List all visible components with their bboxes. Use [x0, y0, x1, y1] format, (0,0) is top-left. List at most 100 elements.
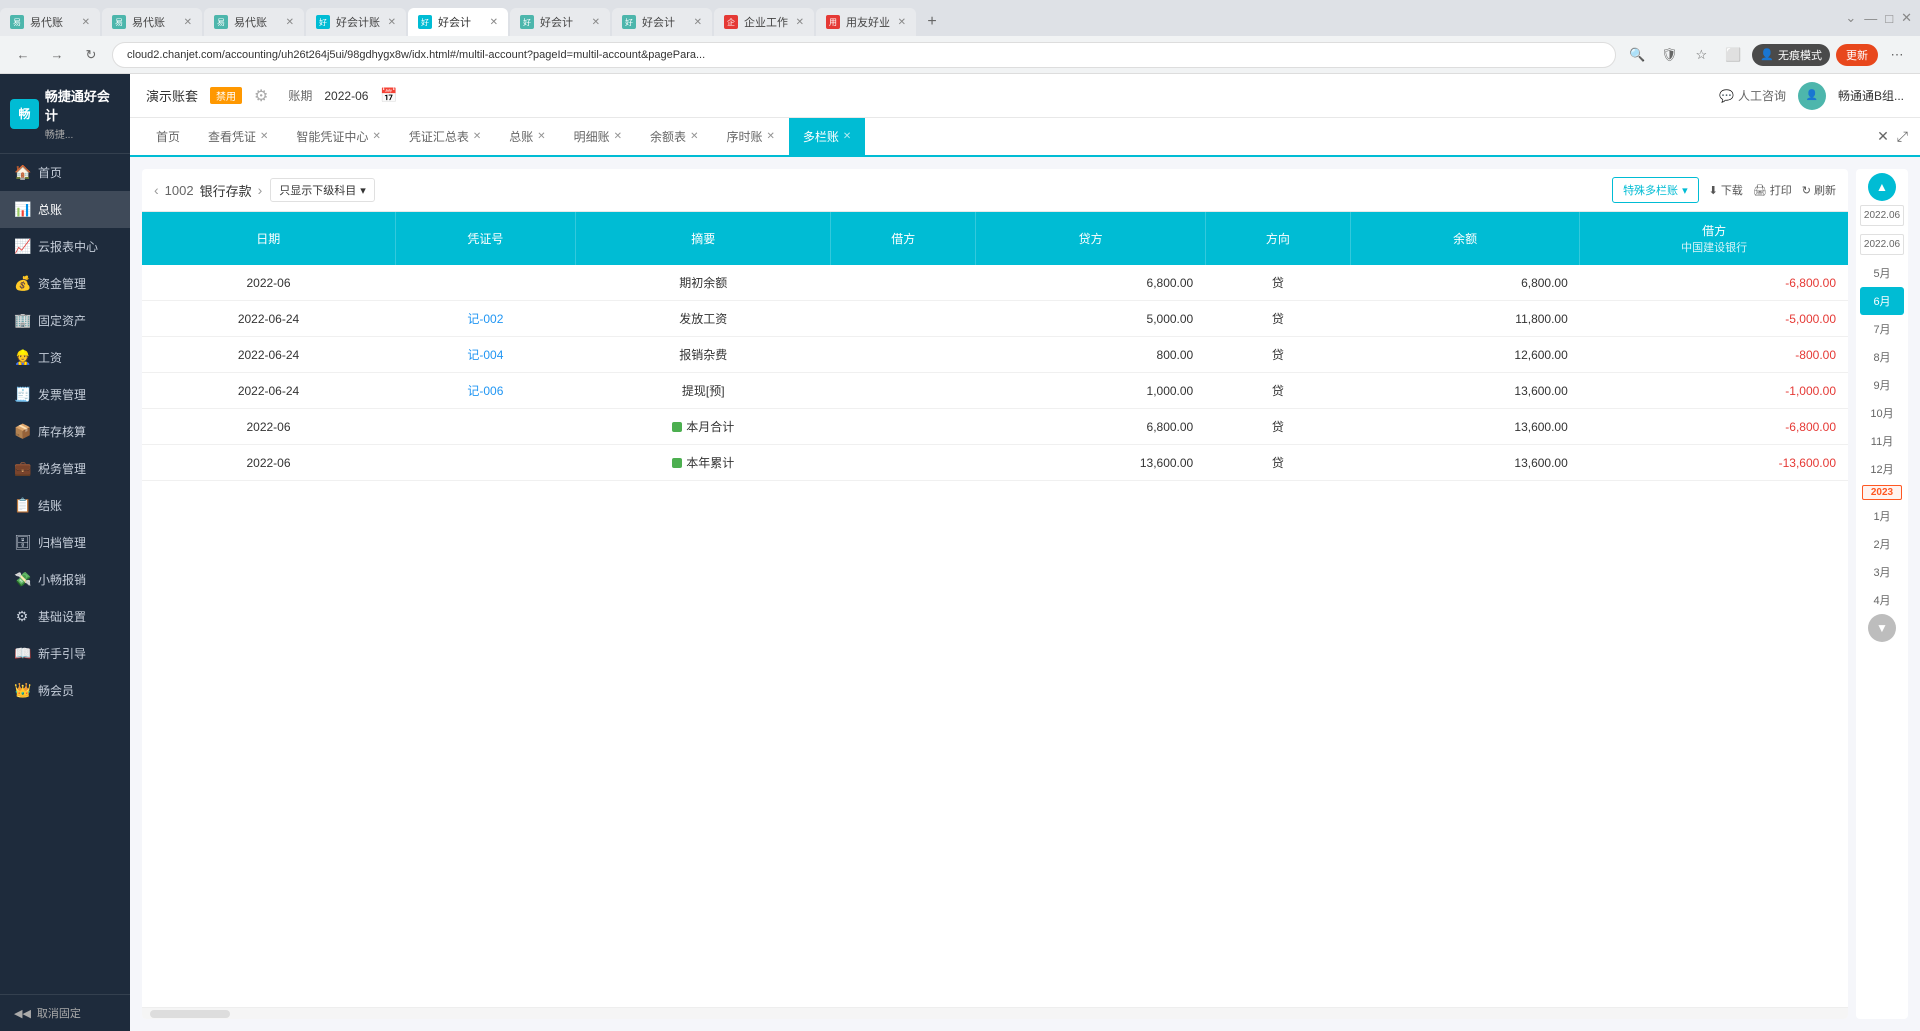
tab-close-8[interactable]: ✕ — [796, 17, 804, 28]
tab-list-button[interactable]: ⌄ — [1845, 10, 1856, 26]
sidebar-item-payroll[interactable]: 👷 工资 — [0, 339, 130, 376]
tab-3[interactable]: 易 易代账 ✕ — [204, 8, 304, 36]
collapse-panel-icon[interactable]: ✕ — [1877, 128, 1889, 145]
sidebar-item-invoice[interactable]: 🧾 发票管理 — [0, 376, 130, 413]
minimize-button[interactable]: — — [1864, 11, 1877, 26]
scroll-thumb[interactable] — [150, 1010, 230, 1018]
tab-9[interactable]: 用 用友好业 ✕ — [816, 8, 916, 36]
sidebar-item-report[interactable]: 📈 云报表中心 — [0, 228, 130, 265]
download-button[interactable]: ⬇ 下载 — [1709, 182, 1743, 198]
timeline-month-5[interactable]: 5月 — [1860, 259, 1904, 287]
nav-tab-voucher-summary-close[interactable]: ✕ — [473, 131, 481, 142]
timeline-month-2023-3[interactable]: 3月 — [1860, 558, 1904, 586]
timeline-month-8[interactable]: 8月 — [1860, 343, 1904, 371]
nav-tab-voucher[interactable]: 查看凭证 ✕ — [194, 118, 282, 157]
voucher-link[interactable]: 记-002 — [467, 312, 503, 326]
timeline-month-12[interactable]: 12月 — [1860, 455, 1904, 483]
timeline-month-7[interactable]: 7月 — [1860, 315, 1904, 343]
tab-close-9[interactable]: ✕ — [898, 17, 906, 28]
filter-select[interactable]: 只显示下级科目 ▾ — [270, 178, 375, 202]
timeline-month-2023-1[interactable]: 1月 — [1860, 502, 1904, 530]
print-button[interactable]: 🖨 打印 — [1753, 182, 1792, 198]
sidebar-item-archive[interactable]: 🗄 归档管理 — [0, 524, 130, 561]
sidebar-item-expense[interactable]: 💸 小畅报销 — [0, 561, 130, 598]
search-icon[interactable]: 🔍 — [1624, 42, 1650, 68]
nav-tab-sequence[interactable]: 序时账 ✕ — [712, 118, 788, 157]
no-trace-button[interactable]: 👤 无痕模式 — [1752, 44, 1830, 66]
tab-close-4[interactable]: ✕ — [388, 17, 396, 28]
sidebar-item-fixed-assets[interactable]: 🏢 固定资产 — [0, 302, 130, 339]
nav-tab-detail-ledger[interactable]: 明细账 ✕ — [560, 118, 636, 157]
settings-gear-icon[interactable]: ⚙ — [254, 86, 268, 106]
back-button[interactable]: ← — [10, 42, 36, 68]
timeline-month-9[interactable]: 9月 — [1860, 371, 1904, 399]
special-column-button[interactable]: 特殊多栏账 ▾ — [1612, 177, 1699, 203]
tab-close-2[interactable]: ✕ — [184, 17, 192, 28]
update-button[interactable]: 更新 — [1836, 44, 1878, 66]
nav-tab-general-ledger[interactable]: 总账 ✕ — [495, 118, 559, 157]
cell-voucher[interactable]: 记-002 — [395, 301, 576, 337]
nav-tab-balance[interactable]: 余额表 ✕ — [636, 118, 712, 157]
close-button[interactable]: ✕ — [1901, 10, 1912, 26]
shield-icon[interactable]: 🛡 — [1656, 42, 1682, 68]
account-prev-button[interactable]: ‹ — [154, 182, 159, 198]
nav-tab-sequence-close[interactable]: ✕ — [766, 131, 774, 142]
expand-panel-icon[interactable]: ⤢ — [1897, 128, 1908, 145]
voucher-link[interactable]: 记-004 — [467, 348, 503, 362]
tab-close-5[interactable]: ✕ — [490, 17, 498, 28]
nav-tab-detail-ledger-close[interactable]: ✕ — [614, 131, 622, 142]
horizontal-scrollbar[interactable] — [142, 1007, 1848, 1019]
tab-1[interactable]: 易 易代账 ✕ — [0, 8, 100, 36]
timeline-month-6[interactable]: 6月 — [1860, 287, 1904, 315]
nav-tab-multi-column-close[interactable]: ✕ — [843, 131, 851, 142]
tab-4[interactable]: 好 好会计账 ✕ — [306, 8, 406, 36]
sidebar-pin-toggle[interactable]: ◀◀ 取消固定 — [0, 994, 130, 1031]
timeline-scroll-up[interactable]: ▲ — [1868, 173, 1896, 201]
nav-tab-home[interactable]: 首页 — [142, 118, 194, 157]
tab-close-7[interactable]: ✕ — [694, 17, 702, 28]
star-icon[interactable]: ☆ — [1688, 42, 1714, 68]
nav-tab-smart-voucher[interactable]: 智能凭证中心 ✕ — [282, 118, 394, 157]
address-input[interactable] — [112, 42, 1616, 68]
sidebar-item-home[interactable]: 🏠 首页 — [0, 154, 130, 191]
tab-add-button[interactable]: + — [918, 8, 946, 36]
timeline-scroll-down[interactable]: ▼ — [1868, 614, 1896, 642]
sidebar-item-close-accounts[interactable]: 📋 结账 — [0, 487, 130, 524]
forward-button[interactable]: → — [44, 42, 70, 68]
sidebar-item-inventory[interactable]: 📦 库存核算 — [0, 413, 130, 450]
timeline-month-2023-4[interactable]: 4月 — [1860, 586, 1904, 614]
voucher-link[interactable]: 记-006 — [467, 384, 503, 398]
timeline-month-2023-2[interactable]: 2月 — [1860, 530, 1904, 558]
tab-close-6[interactable]: ✕ — [592, 17, 600, 28]
sidebar-item-settings[interactable]: ⚙ 基础设置 — [0, 598, 130, 635]
timeline-month-10[interactable]: 10月 — [1860, 399, 1904, 427]
maximize-button[interactable]: □ — [1885, 11, 1893, 26]
nav-tab-voucher-summary[interactable]: 凭证汇总表 ✕ — [395, 118, 495, 157]
nav-tab-balance-close[interactable]: ✕ — [690, 131, 698, 142]
tab-8[interactable]: 企 企业工作 ✕ — [714, 8, 814, 36]
tab-5[interactable]: 好 好会计 ✕ — [408, 8, 508, 36]
ai-consult-button[interactable]: 💬 人工咨询 — [1719, 87, 1786, 104]
nav-tab-general-ledger-close[interactable]: ✕ — [537, 131, 545, 142]
nav-tab-smart-voucher-close[interactable]: ✕ — [372, 131, 380, 142]
tab-close-1[interactable]: ✕ — [82, 17, 90, 28]
refresh-button[interactable]: ↻ 刷新 — [1802, 182, 1836, 198]
tab-6[interactable]: 好 好会计 ✕ — [510, 8, 610, 36]
nav-tab-voucher-close[interactable]: ✕ — [260, 131, 268, 142]
nav-tab-multi-column[interactable]: 多栏账 ✕ — [789, 118, 865, 157]
menu-icon[interactable]: ⋯ — [1884, 42, 1910, 68]
sidebar-item-fund[interactable]: 💰 资金管理 — [0, 265, 130, 302]
tab-close-3[interactable]: ✕ — [286, 17, 294, 28]
sidebar-item-vip[interactable]: 👑 畅会员 — [0, 672, 130, 709]
sidebar-item-guide[interactable]: 📖 新手引导 — [0, 635, 130, 672]
cell-voucher[interactable]: 记-006 — [395, 373, 576, 409]
user-avatar[interactable]: 👤 — [1798, 82, 1826, 110]
cell-voucher[interactable]: 记-004 — [395, 337, 576, 373]
reload-button[interactable]: ↻ — [78, 42, 104, 68]
account-next-button[interactable]: › — [258, 182, 263, 198]
tab-2[interactable]: 易 易代账 ✕ — [102, 8, 202, 36]
tab-7[interactable]: 好 好会计 ✕ — [612, 8, 712, 36]
sidebar-toggle-icon[interactable]: ⬜ — [1720, 42, 1746, 68]
calendar-icon[interactable]: 📅 — [380, 87, 397, 104]
timeline-month-11[interactable]: 11月 — [1860, 427, 1904, 455]
